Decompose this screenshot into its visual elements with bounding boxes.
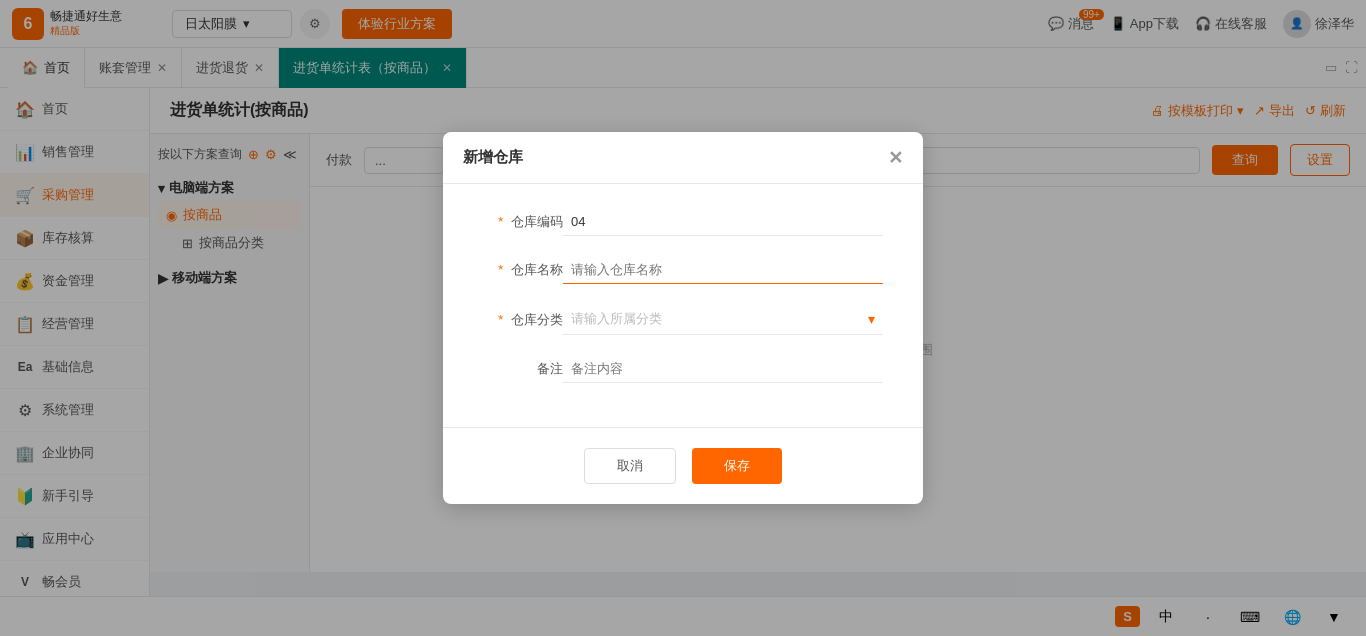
modal-close-button[interactable]: ✕	[888, 149, 903, 167]
required-star: *	[498, 262, 503, 277]
modal-body: * 仓库编码 * 仓库名称 * 仓库分类 请输入所属	[443, 184, 923, 427]
warehouse-category-placeholder: 请输入所属分类	[571, 310, 868, 328]
warehouse-code-label: * 仓库编码	[483, 213, 563, 231]
modal-overlay: 新增仓库 ✕ * 仓库编码 * 仓库名称	[0, 0, 1366, 636]
warehouse-name-row: * 仓库名称	[483, 256, 883, 284]
warehouse-category-row: * 仓库分类 请输入所属分类 ▾	[483, 304, 883, 335]
modal-title: 新增仓库	[463, 148, 523, 167]
warehouse-code-input[interactable]	[563, 208, 883, 236]
warehouse-remark-input[interactable]	[563, 355, 883, 383]
warehouse-remark-row: 备注	[483, 355, 883, 383]
modal-footer: 取消 保存	[443, 427, 923, 504]
cancel-button[interactable]: 取消	[584, 448, 676, 484]
warehouse-remark-label: 备注	[483, 360, 563, 378]
new-warehouse-modal: 新增仓库 ✕ * 仓库编码 * 仓库名称	[443, 132, 923, 504]
warehouse-name-label: * 仓库名称	[483, 261, 563, 279]
warehouse-name-input[interactable]	[563, 256, 883, 284]
required-star: *	[498, 214, 503, 229]
warehouse-category-select[interactable]: 请输入所属分类 ▾	[563, 304, 883, 335]
warehouse-code-row: * 仓库编码	[483, 208, 883, 236]
modal-header: 新增仓库 ✕	[443, 132, 923, 184]
warehouse-category-label: * 仓库分类	[483, 311, 563, 329]
dropdown-arrow-icon: ▾	[868, 311, 875, 327]
save-button[interactable]: 保存	[692, 448, 782, 484]
required-star: *	[498, 312, 503, 327]
